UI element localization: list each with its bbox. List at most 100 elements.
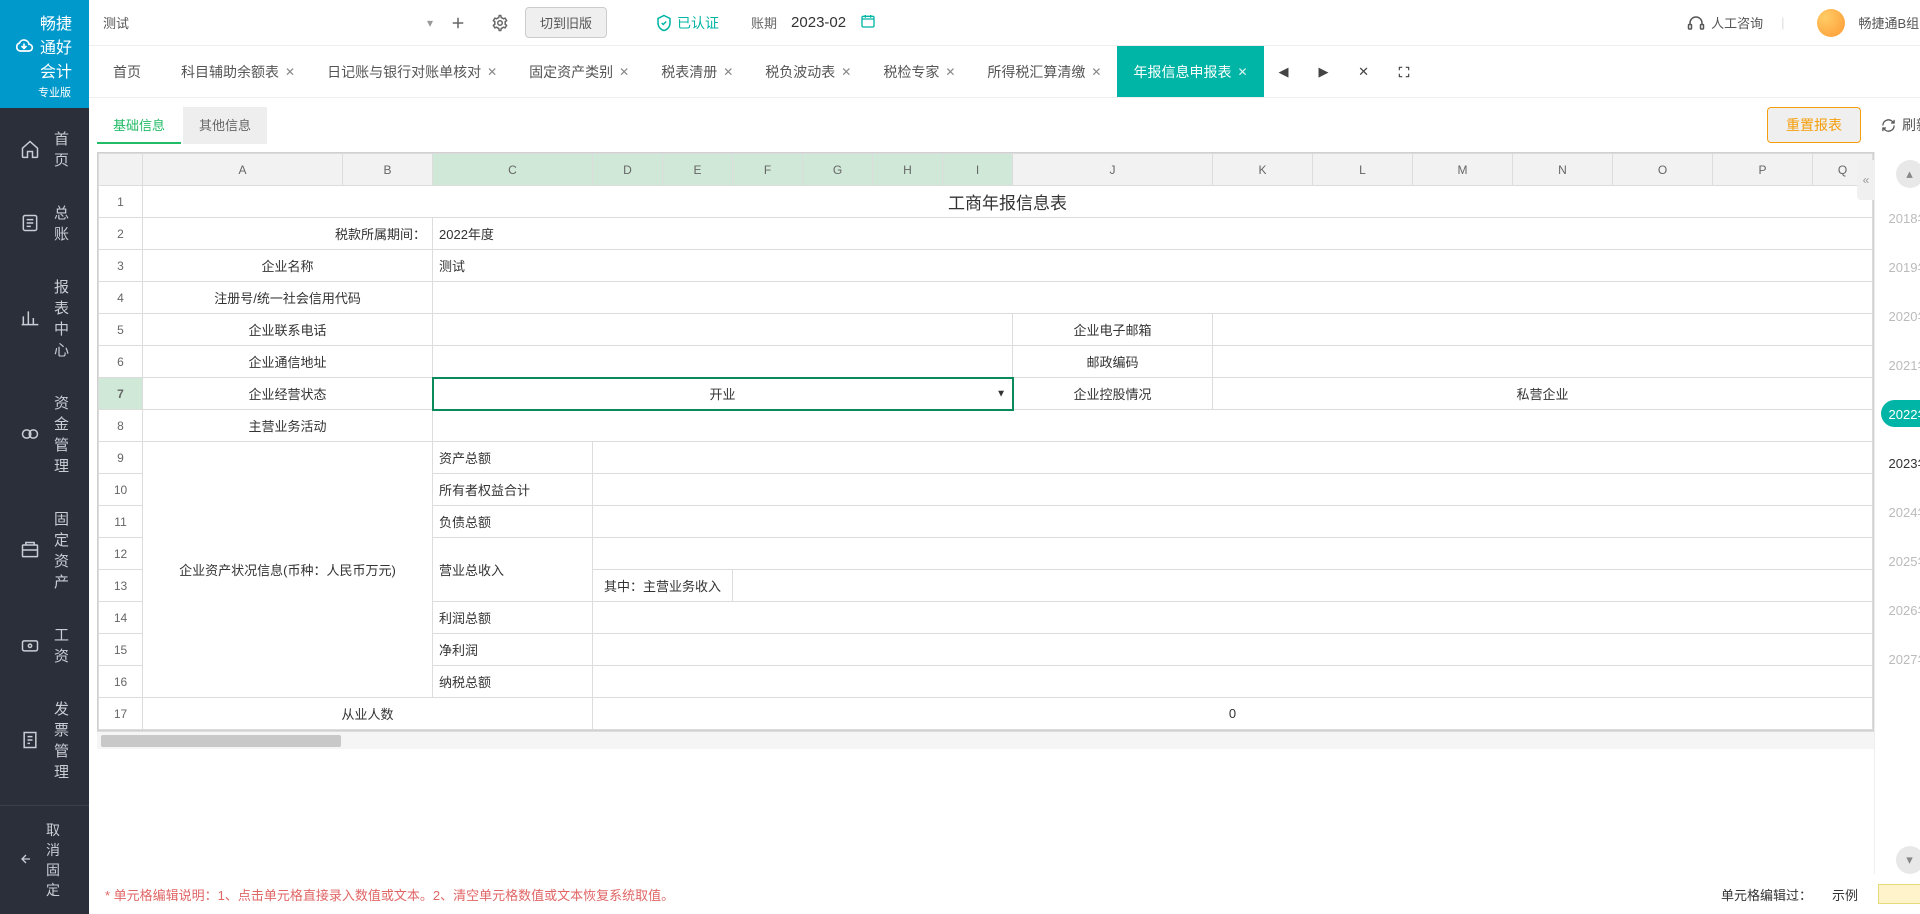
sidebar-unpin[interactable]: 取消固定: [0, 805, 89, 914]
column-header[interactable]: E: [663, 154, 733, 186]
tab-home[interactable]: 首页: [89, 46, 165, 97]
pin-icon: [20, 851, 36, 870]
chevron-down-icon: ▼: [996, 388, 1006, 399]
column-header[interactable]: C: [433, 154, 593, 186]
close-icon[interactable]: ✕: [487, 65, 497, 79]
tab-bar: 首页 科目辅助余额表✕日记账与银行对账单核对✕固定资产类别✕税表清册✕税负波动表…: [89, 46, 1920, 98]
org-selector[interactable]: 测试 ▾: [103, 9, 433, 36]
collapse-year-panel[interactable]: «: [1857, 160, 1875, 200]
invoice-icon: [20, 730, 40, 750]
sidebar-item-invoice[interactable]: 发票管理: [0, 682, 89, 798]
column-header[interactable]: M: [1413, 154, 1513, 186]
cloud-icon: [14, 36, 34, 56]
reset-report-button[interactable]: 重置报表: [1767, 107, 1861, 143]
sidebar-item-asset[interactable]: 固定资产: [0, 492, 89, 608]
column-header[interactable]: P: [1713, 154, 1813, 186]
column-header[interactable]: K: [1213, 154, 1313, 186]
column-header[interactable]: G: [803, 154, 873, 186]
tab-item[interactable]: 税负波动表✕: [749, 46, 867, 97]
salary-icon: [20, 635, 40, 655]
horizontal-scrollbar[interactable]: [97, 731, 1874, 749]
year-option[interactable]: 2022年: [1881, 400, 1920, 427]
spreadsheet[interactable]: ABCDEFGHIJKLMNOPQ 1工商年报信息表 2税款所属期间：2022年…: [97, 152, 1874, 731]
ledger-icon: [20, 213, 40, 233]
tab-close-all[interactable]: ✕: [1344, 46, 1384, 97]
tab-scroll-left[interactable]: ◀: [1264, 46, 1304, 97]
year-option[interactable]: 2021年: [1881, 351, 1920, 378]
close-icon[interactable]: ✕: [1237, 65, 1247, 79]
brand-name: 畅捷通好会计: [40, 10, 75, 82]
year-option[interactable]: 2026年: [1881, 596, 1920, 623]
sample-swatch: [1878, 884, 1920, 904]
column-header[interactable]: D: [593, 154, 663, 186]
sidebar: 畅捷通好会计 专业版 首页总账报表中心资金管理固定资产工资发票管理进销台账税务管…: [0, 0, 89, 914]
username[interactable]: 畅捷通B组...: [1859, 13, 1920, 32]
column-header[interactable]: O: [1613, 154, 1713, 186]
support-link[interactable]: 人工咨询: [1687, 13, 1763, 32]
close-icon[interactable]: ✕: [285, 65, 295, 79]
verified-badge: 已认证: [655, 13, 719, 33]
close-icon[interactable]: ✕: [945, 65, 955, 79]
business-status-dropdown[interactable]: 开业▼: [433, 378, 1013, 410]
add-button[interactable]: [441, 6, 475, 40]
switch-old-version-button[interactable]: 切到旧版: [525, 7, 607, 38]
tab-item[interactable]: 年报信息申报表✕: [1117, 46, 1263, 97]
column-header[interactable]: H: [873, 154, 943, 186]
year-option[interactable]: 2018年: [1881, 204, 1920, 231]
close-icon[interactable]: ✕: [1091, 65, 1101, 79]
tab-scroll-right[interactable]: ▶: [1304, 46, 1344, 97]
close-icon[interactable]: ✕: [619, 65, 629, 79]
tab-item[interactable]: 所得税汇算清缴✕: [971, 46, 1117, 97]
footer: * 单元格编辑说明：1、点击单元格直接录入数值或文本。2、清空单元格数值或文本恢…: [89, 874, 1920, 914]
column-header[interactable]: F: [733, 154, 803, 186]
calendar-icon[interactable]: [860, 13, 876, 32]
year-option[interactable]: 2025年: [1881, 547, 1920, 574]
year-option[interactable]: 2023年: [1881, 449, 1920, 476]
sidebar-item-inventory[interactable]: 进销台账: [0, 798, 89, 805]
column-header[interactable]: I: [943, 154, 1013, 186]
sidebar-item-fund[interactable]: 资金管理: [0, 376, 89, 492]
home-icon: [20, 139, 40, 159]
sidebar-item-home[interactable]: 首页: [0, 112, 89, 186]
asset-icon: [20, 540, 40, 560]
chart-icon: [20, 308, 40, 328]
tab-item[interactable]: 日记账与银行对账单核对✕: [311, 46, 513, 97]
avatar[interactable]: [1817, 9, 1845, 37]
year-option[interactable]: 2019年: [1881, 253, 1920, 280]
year-option[interactable]: 2024年: [1881, 498, 1920, 525]
column-header[interactable]: A: [143, 154, 343, 186]
tab-fullscreen[interactable]: [1384, 46, 1424, 97]
sidebar-item-ledger[interactable]: 总账: [0, 186, 89, 260]
column-header[interactable]: B: [343, 154, 433, 186]
close-icon[interactable]: ✕: [723, 65, 733, 79]
edit-note: * 单元格编辑说明：1、点击单元格直接录入数值或文本。2、清空单元格数值或文本恢…: [105, 885, 674, 904]
sub-bar: 基础信息 其他信息 重置报表 刷新: [89, 98, 1920, 152]
year-panel: « ▴ 2018年2019年2020年2021年2022年2023年2024年2…: [1874, 152, 1920, 874]
column-header[interactable]: J: [1013, 154, 1213, 186]
brand-edition: 专业版: [38, 84, 75, 100]
year-option[interactable]: 2020年: [1881, 302, 1920, 329]
sheet-title: 工商年报信息表: [143, 186, 1873, 218]
sidebar-item-salary[interactable]: 工资: [0, 608, 89, 682]
brand-logo: 畅捷通好会计 专业版: [0, 0, 89, 108]
year-prev[interactable]: ▴: [1896, 160, 1920, 188]
period-label: 账期: [751, 13, 777, 32]
tab-item[interactable]: 科目辅助余额表✕: [165, 46, 311, 97]
column-header[interactable]: N: [1513, 154, 1613, 186]
close-icon[interactable]: ✕: [841, 65, 851, 79]
year-next[interactable]: ▾: [1896, 846, 1920, 874]
subtab-basic[interactable]: 基础信息: [97, 107, 181, 144]
topbar: 测试 ▾ 切到旧版 已认证 账期 2023-02 人工咨询: [89, 0, 1920, 46]
subtab-other[interactable]: 其他信息: [183, 107, 267, 144]
sidebar-item-chart[interactable]: 报表中心: [0, 260, 89, 376]
fund-icon: [20, 424, 40, 444]
period-value[interactable]: 2023-02: [791, 14, 846, 31]
tab-item[interactable]: 固定资产类别✕: [513, 46, 645, 97]
select-all-cell[interactable]: [99, 154, 143, 186]
year-option[interactable]: 2027年: [1881, 645, 1920, 672]
tab-item[interactable]: 税表清册✕: [645, 46, 749, 97]
gear-icon[interactable]: [483, 6, 517, 40]
tab-item[interactable]: 税检专家✕: [867, 46, 971, 97]
column-header[interactable]: L: [1313, 154, 1413, 186]
refresh-button[interactable]: 刷新: [1881, 115, 1920, 135]
